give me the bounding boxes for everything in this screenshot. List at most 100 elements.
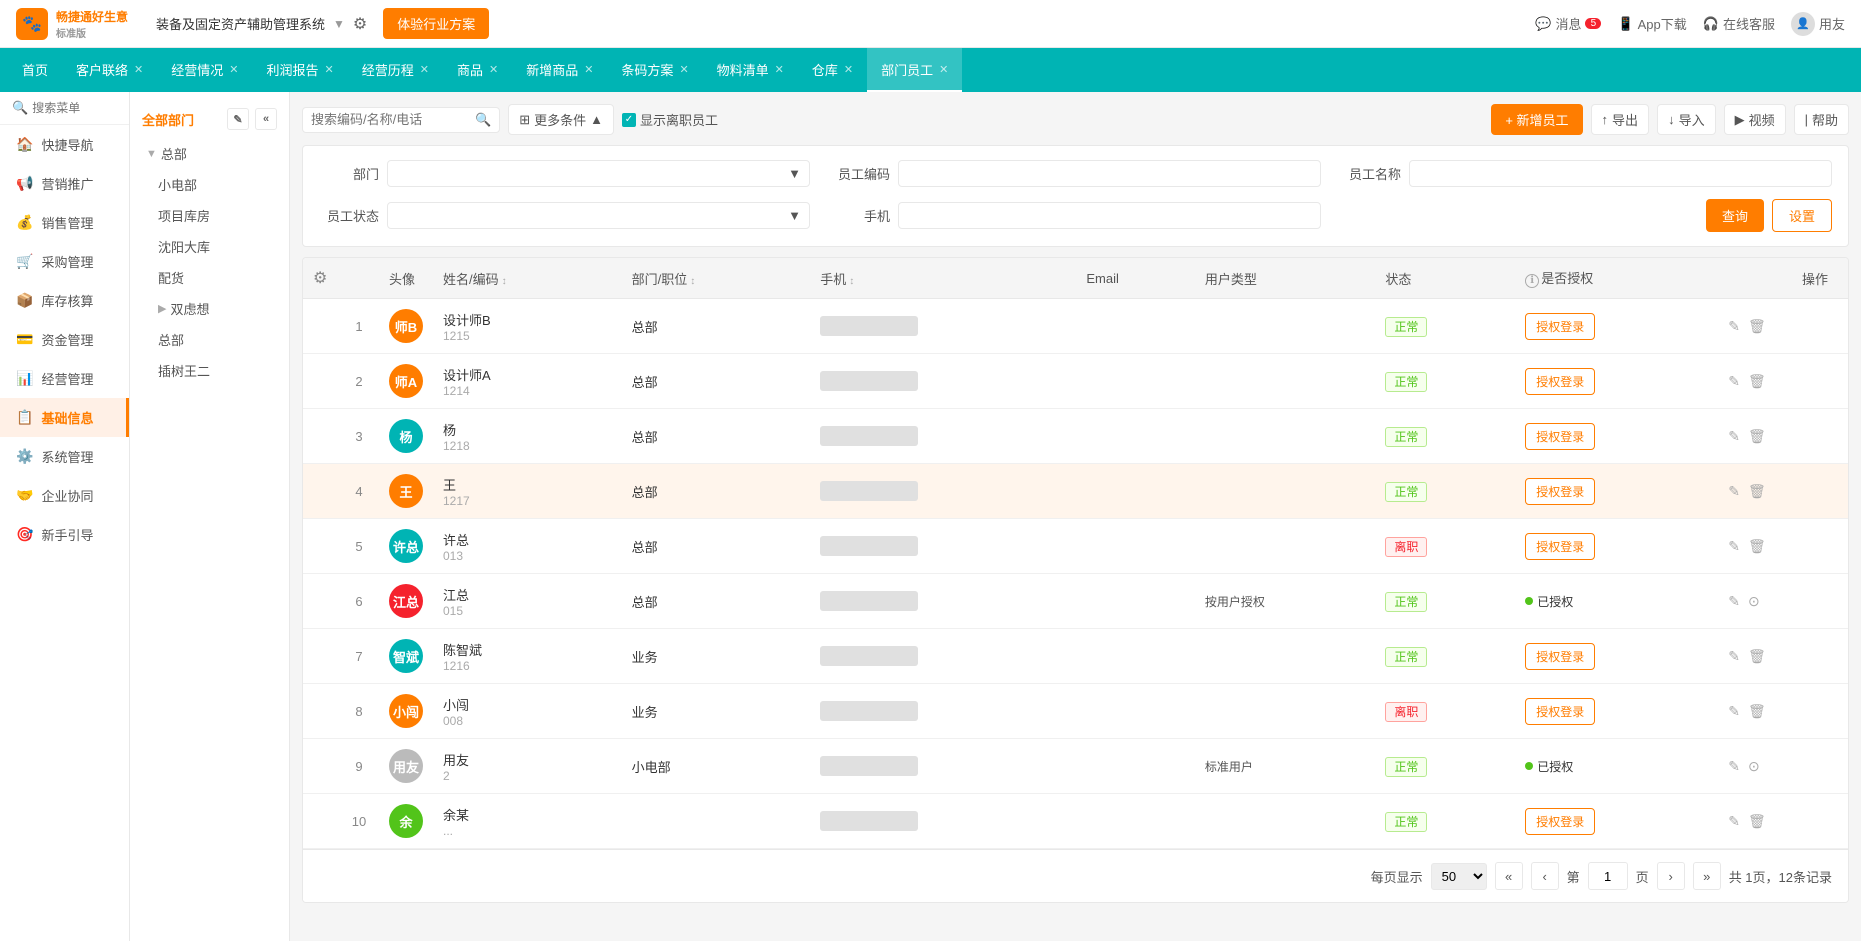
edit-icon[interactable]: ✎	[1728, 593, 1740, 610]
filter-phone-input[interactable]	[898, 202, 1321, 229]
filter-set-button[interactable]: 设置	[1772, 199, 1832, 232]
th-dept[interactable]: 部门/职位	[622, 258, 811, 299]
sidebar-item-finance[interactable]: 💳 资金管理	[0, 320, 129, 359]
tab-new-product-close[interactable]: ✕	[584, 63, 593, 76]
view-button[interactable]: ▶ 视频	[1724, 104, 1786, 135]
dept-node-xiaodian[interactable]: 小电部	[130, 169, 289, 200]
sidebar-item-inventory[interactable]: 📦 库存核算	[0, 281, 129, 320]
tab-product-close[interactable]: ✕	[489, 63, 498, 76]
edit-icon[interactable]: ✎	[1728, 373, 1740, 390]
auth-button[interactable]: 授权登录	[1525, 478, 1595, 505]
tab-warehouse-close[interactable]: ✕	[844, 63, 853, 76]
filter-status-select[interactable]: ▼	[387, 202, 810, 229]
tab-history[interactable]: 经营历程✕	[348, 48, 443, 92]
filter-dept-select[interactable]: ▼	[387, 160, 810, 187]
page-prev-btn[interactable]: ‹	[1531, 862, 1559, 890]
tab-history-close[interactable]: ✕	[420, 63, 429, 76]
copy-icon[interactable]: ⊙	[1748, 593, 1760, 610]
app-download-btn[interactable]: 📱 App下载	[1617, 14, 1686, 33]
dept-node-shuanglv[interactable]: ▶ 双虑想	[130, 293, 289, 324]
user-btn[interactable]: 👤 用友	[1791, 12, 1845, 36]
sidebar-item-system[interactable]: ⚙️ 系统管理	[0, 437, 129, 476]
edit-icon[interactable]: ✎	[1728, 483, 1740, 500]
delete-icon[interactable]: 🗑	[1748, 703, 1766, 720]
delete-icon[interactable]: 🗑	[1748, 538, 1766, 555]
sidebar-item-marketing[interactable]: 📢 营销推广	[0, 164, 129, 203]
page-next-btn[interactable]: ›	[1657, 862, 1685, 890]
delete-icon[interactable]: 🗑	[1748, 318, 1766, 335]
delete-icon[interactable]: 🗑	[1748, 373, 1766, 390]
dept-node-shenyang[interactable]: 沈阳大库	[130, 231, 289, 262]
tab-operation-close[interactable]: ✕	[229, 63, 238, 76]
filter-empcode-input[interactable]	[898, 160, 1321, 187]
dept-node-zongbu[interactable]: 总部	[130, 324, 289, 355]
tab-employee[interactable]: 部门员工✕	[867, 48, 962, 92]
sidebar-item-sales[interactable]: 💰 销售管理	[0, 203, 129, 242]
tab-warehouse[interactable]: 仓库✕	[798, 48, 867, 92]
tab-bom[interactable]: 物料清单✕	[703, 48, 798, 92]
dept-collapse-icon[interactable]: «	[255, 108, 277, 130]
tab-new-product[interactable]: 新增商品✕	[512, 48, 607, 92]
auth-button[interactable]: 授权登录	[1525, 808, 1595, 835]
page-last-btn[interactable]: »	[1693, 862, 1721, 890]
auth-info-icon[interactable]: ℹ	[1525, 274, 1539, 288]
tab-product[interactable]: 商品✕	[443, 48, 512, 92]
online-service-btn[interactable]: 🎧 在线客服	[1703, 14, 1775, 33]
help-button[interactable]: | 帮助	[1794, 104, 1849, 135]
system-gear-icon[interactable]: ⚙	[353, 14, 367, 34]
resigned-checkbox[interactable]: ✓	[622, 113, 636, 127]
search-icon[interactable]: 🔍	[475, 112, 491, 128]
dept-node-chashuwang[interactable]: 插树王二	[130, 355, 289, 386]
filter-search-button[interactable]: 查询	[1706, 199, 1764, 232]
sidebar-item-basic[interactable]: 📋 基础信息	[0, 398, 129, 437]
trial-button[interactable]: 体验行业方案	[383, 8, 489, 39]
dept-node-xiangmu[interactable]: 项目库房	[130, 200, 289, 231]
copy-icon[interactable]: ⊙	[1748, 758, 1760, 775]
edit-icon[interactable]: ✎	[1728, 318, 1740, 335]
edit-icon[interactable]: ✎	[1728, 813, 1740, 830]
sidebar-item-collab[interactable]: 🤝 企业协同	[0, 476, 129, 515]
add-employee-button[interactable]: + 新增员工	[1491, 104, 1582, 135]
more-filter-btn[interactable]: ⊞ 更多条件 ▲	[508, 104, 614, 135]
import-button[interactable]: ↓ 导入	[1657, 104, 1716, 135]
per-page-select[interactable]: 50 20 100	[1431, 863, 1487, 890]
auth-button[interactable]: 授权登录	[1525, 698, 1595, 725]
tab-employee-close[interactable]: ✕	[939, 63, 948, 76]
auth-button[interactable]: 授权登录	[1525, 368, 1595, 395]
sidebar-item-quicknav[interactable]: 🏠 快捷导航	[0, 125, 129, 164]
system-dropdown-arrow[interactable]: ▼	[333, 17, 345, 31]
message-btn[interactable]: 💬 消息 5	[1535, 14, 1601, 33]
edit-icon[interactable]: ✎	[1728, 648, 1740, 665]
export-button[interactable]: ↑ 导出	[1591, 104, 1650, 135]
th-phone[interactable]: 手机	[810, 258, 1076, 299]
edit-icon[interactable]: ✎	[1728, 703, 1740, 720]
tab-customer[interactable]: 客户联络✕	[62, 48, 157, 92]
auth-button[interactable]: 授权登录	[1525, 643, 1595, 670]
show-resigned-toggle[interactable]: ✓ 显示离职员工	[622, 110, 718, 129]
tab-profit[interactable]: 利润报告✕	[252, 48, 347, 92]
page-current-input[interactable]: 1	[1588, 862, 1628, 890]
edit-icon[interactable]: ✎	[1728, 428, 1740, 445]
delete-icon[interactable]: 🗑	[1748, 483, 1766, 500]
tab-profit-close[interactable]: ✕	[325, 63, 334, 76]
auth-button[interactable]: 授权登录	[1525, 313, 1595, 340]
dept-node-peihuo[interactable]: 配货	[130, 262, 289, 293]
dept-node-zongbu-parent[interactable]: ▼ 总部	[130, 138, 289, 169]
tab-bom-close[interactable]: ✕	[775, 63, 784, 76]
edit-icon[interactable]: ✎	[1728, 758, 1740, 775]
auth-button[interactable]: 授权登录	[1525, 533, 1595, 560]
sidebar-item-operation[interactable]: 📊 经营管理	[0, 359, 129, 398]
delete-icon[interactable]: 🗑	[1748, 813, 1766, 830]
search-input[interactable]	[311, 112, 471, 127]
edit-icon[interactable]: ✎	[1728, 538, 1740, 555]
th-name[interactable]: 姓名/编码	[433, 258, 622, 299]
tab-operation[interactable]: 经营情况✕	[157, 48, 252, 92]
delete-icon[interactable]: 🗑	[1748, 648, 1766, 665]
sidebar-item-purchase[interactable]: 🛒 采购管理	[0, 242, 129, 281]
sidebar-search-input[interactable]	[32, 101, 112, 115]
tab-barcode[interactable]: 条码方案✕	[607, 48, 702, 92]
sidebar-item-guide[interactable]: 🎯 新手引导	[0, 515, 129, 554]
tab-customer-close[interactable]: ✕	[134, 63, 143, 76]
delete-icon[interactable]: 🗑	[1748, 428, 1766, 445]
page-first-btn[interactable]: «	[1495, 862, 1523, 890]
